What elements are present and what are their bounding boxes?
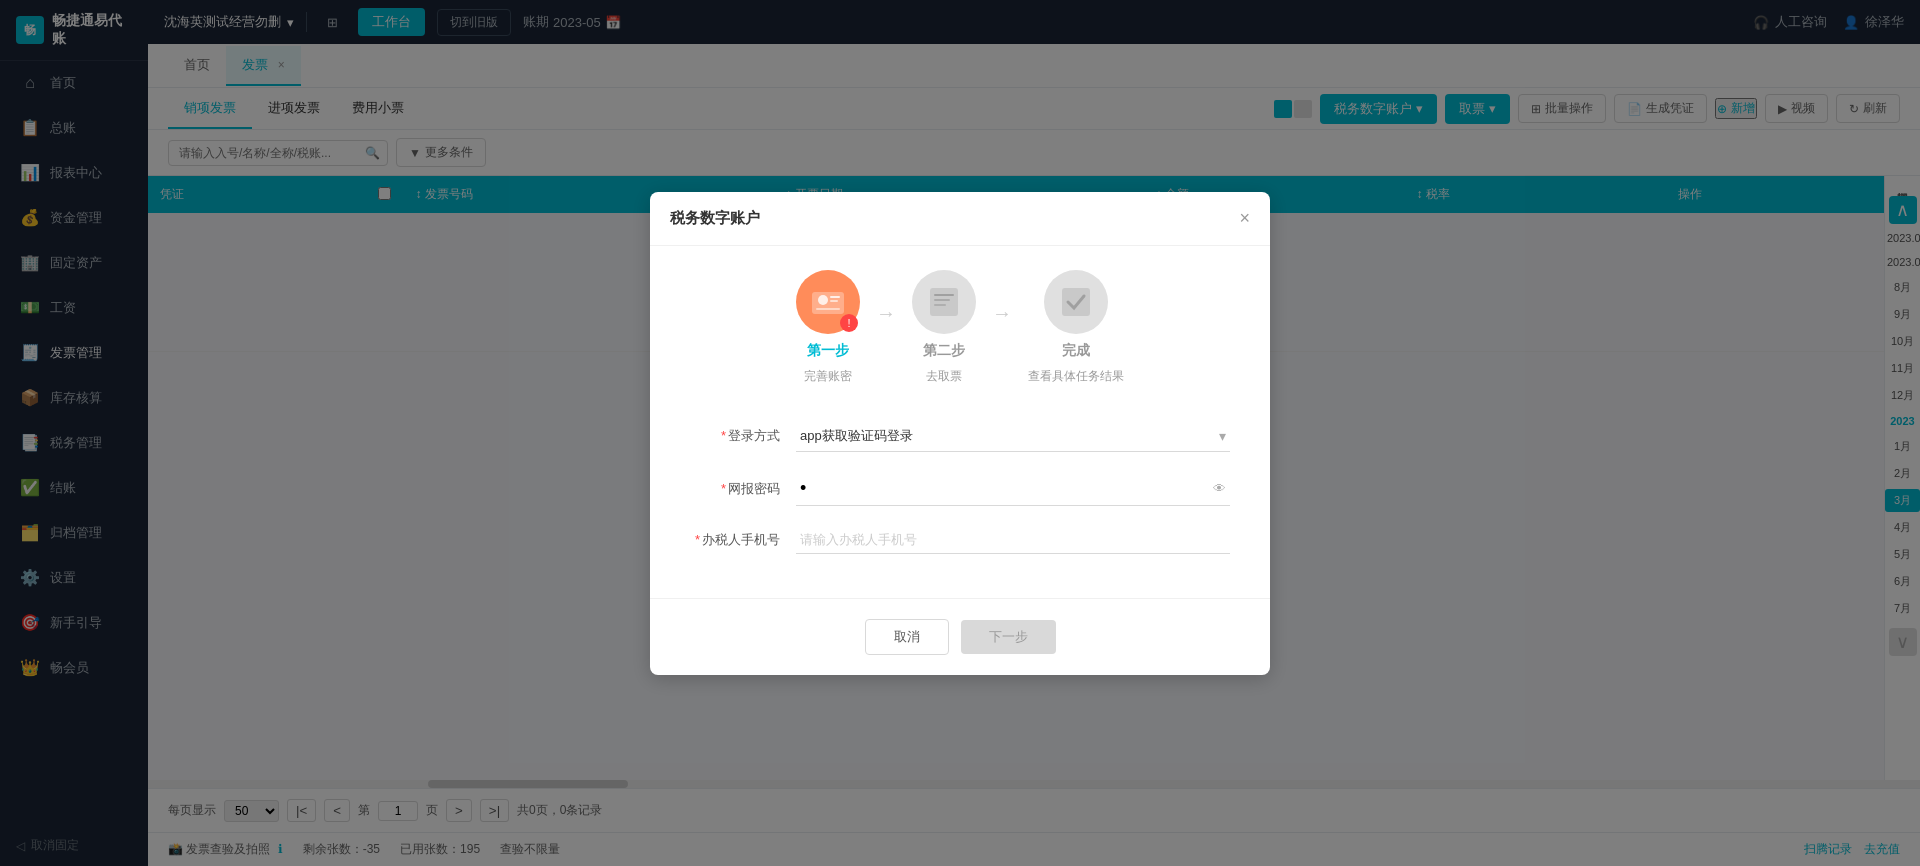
complete-svg — [1058, 284, 1094, 320]
svg-rect-9 — [1062, 288, 1090, 316]
step-2-label: 第二步 — [923, 342, 965, 360]
svg-rect-5 — [930, 288, 958, 316]
step-1-badge: ! — [840, 314, 858, 332]
svg-rect-7 — [934, 299, 950, 301]
login-method-row: 登录方式 app获取验证码登录 ▾ — [690, 421, 1230, 452]
modal-title: 税务数字账户 — [670, 209, 760, 228]
modal-footer: 取消 下一步 — [650, 598, 1270, 675]
step-3-icon — [1044, 270, 1108, 334]
svg-rect-3 — [830, 300, 838, 302]
step-1-sublabel: 完善账密 — [804, 368, 852, 385]
next-step-button[interactable]: 下一步 — [961, 620, 1056, 654]
step-3-label: 完成 — [1062, 342, 1090, 360]
step-1-label: 第一步 — [807, 342, 849, 360]
step-2-icon — [912, 270, 976, 334]
svg-rect-6 — [934, 294, 954, 296]
tax-account-modal: 税务数字账户 × — [650, 192, 1270, 675]
modal-header: 税务数字账户 × — [650, 192, 1270, 246]
step-1-icon: ! — [796, 270, 860, 334]
fetch-ticket-svg — [926, 284, 962, 320]
step-2: 第二步 去取票 — [912, 270, 976, 385]
password-label: 网报密码 — [690, 480, 780, 498]
password-input-wrap: 👁 — [796, 472, 1230, 506]
password-visibility-toggle[interactable]: 👁 — [1213, 481, 1226, 496]
cancel-button[interactable]: 取消 — [865, 619, 949, 655]
step-1: ! 第一步 完善账密 — [796, 270, 860, 385]
svg-rect-4 — [816, 308, 840, 310]
modal-body: ! 第一步 完善账密 → — [650, 246, 1270, 598]
login-method-value: app获取验证码登录 — [800, 427, 913, 445]
login-method-select[interactable]: app获取验证码登录 ▾ — [796, 421, 1230, 452]
phone-input[interactable] — [796, 526, 1230, 554]
steps-indicator: ! 第一步 完善账密 → — [690, 270, 1230, 385]
modal-overlay: 税务数字账户 × — [0, 0, 1920, 866]
phone-label: 办税人手机号 — [690, 531, 780, 549]
svg-point-1 — [818, 295, 828, 305]
svg-rect-2 — [830, 296, 840, 298]
password-input[interactable] — [800, 478, 1213, 499]
step-3: 完成 查看具体任务结果 — [1028, 270, 1124, 385]
login-method-label: 登录方式 — [690, 427, 780, 445]
svg-rect-8 — [934, 304, 946, 306]
step-arrow-1: → — [876, 302, 896, 353]
step-arrow-2: → — [992, 302, 1012, 353]
svg-rect-0 — [812, 292, 844, 314]
modal-close-button[interactable]: × — [1239, 208, 1250, 229]
step-2-sublabel: 去取票 — [926, 368, 962, 385]
phone-row: 办税人手机号 — [690, 526, 1230, 554]
select-dropdown-icon: ▾ — [1219, 428, 1226, 444]
step-3-sublabel: 查看具体任务结果 — [1028, 368, 1124, 385]
person-card-svg — [810, 284, 846, 320]
password-row: 网报密码 👁 — [690, 472, 1230, 506]
